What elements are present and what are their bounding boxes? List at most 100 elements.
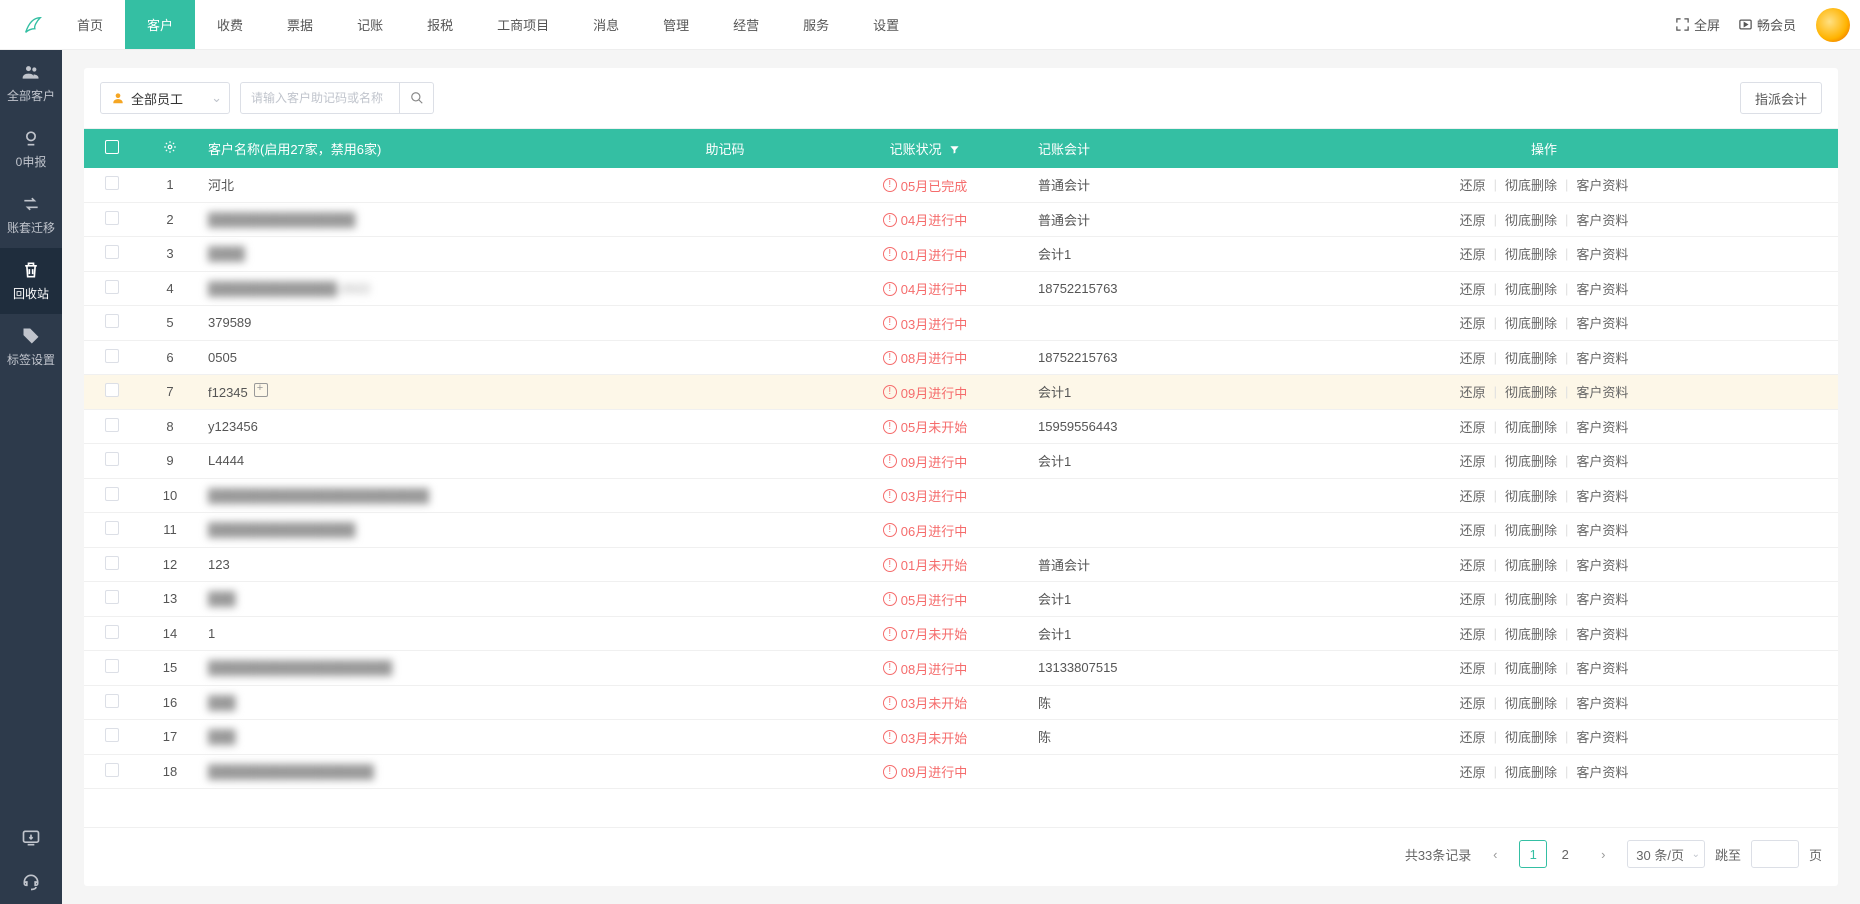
assign-accountant-button[interactable]: 指派会计: [1740, 82, 1822, 114]
customer-info-button[interactable]: 客户资料: [1576, 451, 1628, 470]
sidebar-download[interactable]: [0, 816, 62, 860]
page-2[interactable]: 2: [1551, 840, 1579, 868]
restore-button[interactable]: 还原: [1460, 417, 1486, 436]
row-checkbox[interactable]: [105, 659, 119, 673]
customer-name[interactable]: L4444: [200, 444, 630, 479]
customer-name[interactable]: ████████████████████████: [200, 478, 630, 513]
row-checkbox[interactable]: [105, 211, 119, 225]
jump-input[interactable]: [1751, 840, 1799, 868]
restore-button[interactable]: 还原: [1460, 348, 1486, 367]
restore-button[interactable]: 还原: [1460, 313, 1486, 332]
customer-info-button[interactable]: 客户资料: [1576, 486, 1628, 505]
nav-票据[interactable]: 票据: [265, 0, 335, 49]
header-gear[interactable]: [140, 129, 200, 168]
customer-info-button[interactable]: 客户资料: [1576, 555, 1628, 574]
delete-button[interactable]: 彻底删除: [1505, 382, 1557, 401]
restore-button[interactable]: 还原: [1460, 279, 1486, 298]
restore-button[interactable]: 还原: [1460, 520, 1486, 539]
row-checkbox[interactable]: [105, 349, 119, 363]
customer-name[interactable]: f12345: [200, 375, 630, 410]
customer-name[interactable]: y123456: [200, 409, 630, 444]
restore-button[interactable]: 还原: [1460, 175, 1486, 194]
customer-name[interactable]: ███: [200, 582, 630, 617]
restore-button[interactable]: 还原: [1460, 727, 1486, 746]
nav-客户[interactable]: 客户: [125, 0, 195, 49]
sidebar-item-tag[interactable]: 标签设置: [0, 314, 62, 380]
copy-icon[interactable]: [254, 383, 268, 397]
row-checkbox[interactable]: [105, 383, 119, 397]
staff-select[interactable]: 全部员工 ⌄: [100, 82, 230, 114]
nav-首页[interactable]: 首页: [55, 0, 125, 49]
sidebar-item-transfer[interactable]: 账套迁移: [0, 182, 62, 248]
customer-name[interactable]: ████████████████████: [200, 651, 630, 686]
delete-button[interactable]: 彻底删除: [1505, 175, 1557, 194]
customer-info-button[interactable]: 客户资料: [1576, 589, 1628, 608]
delete-button[interactable]: 彻底删除: [1505, 451, 1557, 470]
nav-工商项目[interactable]: 工商项目: [475, 0, 571, 49]
nav-收费[interactable]: 收费: [195, 0, 265, 49]
customer-info-button[interactable]: 客户资料: [1576, 762, 1628, 781]
row-checkbox[interactable]: [105, 245, 119, 259]
customer-name[interactable]: 379589: [200, 306, 630, 341]
customer-info-button[interactable]: 客户资料: [1576, 244, 1628, 263]
customer-name[interactable]: ██████████████████: [200, 754, 630, 789]
restore-button[interactable]: 还原: [1460, 486, 1486, 505]
customer-info-button[interactable]: 客户资料: [1576, 624, 1628, 643]
row-checkbox[interactable]: [105, 728, 119, 742]
customer-info-button[interactable]: 客户资料: [1576, 279, 1628, 298]
nav-管理[interactable]: 管理: [641, 0, 711, 49]
row-checkbox[interactable]: [105, 314, 119, 328]
row-checkbox[interactable]: [105, 694, 119, 708]
row-checkbox[interactable]: [105, 590, 119, 604]
customer-info-button[interactable]: 客户资料: [1576, 417, 1628, 436]
customer-info-button[interactable]: 客户资料: [1576, 313, 1628, 332]
delete-button[interactable]: 彻底删除: [1505, 658, 1557, 677]
restore-button[interactable]: 还原: [1460, 589, 1486, 608]
delete-button[interactable]: 彻底删除: [1505, 417, 1557, 436]
fullscreen-button[interactable]: 全屏: [1669, 15, 1726, 34]
sidebar-headset[interactable]: [0, 860, 62, 904]
row-checkbox[interactable]: [105, 418, 119, 432]
delete-button[interactable]: 彻底删除: [1505, 348, 1557, 367]
row-checkbox[interactable]: [105, 521, 119, 535]
sidebar-item-users[interactable]: 全部客户: [0, 50, 62, 116]
row-checkbox[interactable]: [105, 176, 119, 190]
row-checkbox[interactable]: [105, 625, 119, 639]
row-checkbox[interactable]: [105, 763, 119, 777]
delete-button[interactable]: 彻底删除: [1505, 486, 1557, 505]
restore-button[interactable]: 还原: [1460, 210, 1486, 229]
search-input[interactable]: [240, 82, 400, 114]
customer-name[interactable]: 0505: [200, 340, 630, 375]
customer-info-button[interactable]: 客户资料: [1576, 382, 1628, 401]
nav-消息[interactable]: 消息: [571, 0, 641, 49]
header-checkbox[interactable]: [84, 129, 140, 168]
customer-name[interactable]: 123: [200, 547, 630, 582]
next-page-button[interactable]: ›: [1589, 840, 1617, 868]
customer-name[interactable]: ███: [200, 720, 630, 755]
delete-button[interactable]: 彻底删除: [1505, 244, 1557, 263]
row-checkbox[interactable]: [105, 487, 119, 501]
sidebar-item-trash[interactable]: 回收站: [0, 248, 62, 314]
restore-button[interactable]: 还原: [1460, 658, 1486, 677]
restore-button[interactable]: 还原: [1460, 624, 1486, 643]
delete-button[interactable]: 彻底删除: [1505, 589, 1557, 608]
delete-button[interactable]: 彻底删除: [1505, 727, 1557, 746]
customer-name[interactable]: ████████████████: [200, 513, 630, 548]
customer-info-button[interactable]: 客户资料: [1576, 175, 1628, 194]
nav-经营[interactable]: 经营: [711, 0, 781, 49]
delete-button[interactable]: 彻底删除: [1505, 624, 1557, 643]
nav-记账[interactable]: 记账: [335, 0, 405, 49]
delete-button[interactable]: 彻底删除: [1505, 520, 1557, 539]
search-button[interactable]: [400, 82, 434, 114]
customer-name[interactable]: ████: [200, 237, 630, 272]
restore-button[interactable]: 还原: [1460, 693, 1486, 712]
delete-button[interactable]: 彻底删除: [1505, 313, 1557, 332]
header-status[interactable]: 记账状况: [820, 129, 1030, 168]
nav-设置[interactable]: 设置: [851, 0, 921, 49]
delete-button[interactable]: 彻底删除: [1505, 555, 1557, 574]
prev-page-button[interactable]: ‹: [1481, 840, 1509, 868]
row-checkbox[interactable]: [105, 556, 119, 570]
nav-报税[interactable]: 报税: [405, 0, 475, 49]
sidebar-item-zero[interactable]: 0申报: [0, 116, 62, 182]
customer-info-button[interactable]: 客户资料: [1576, 348, 1628, 367]
